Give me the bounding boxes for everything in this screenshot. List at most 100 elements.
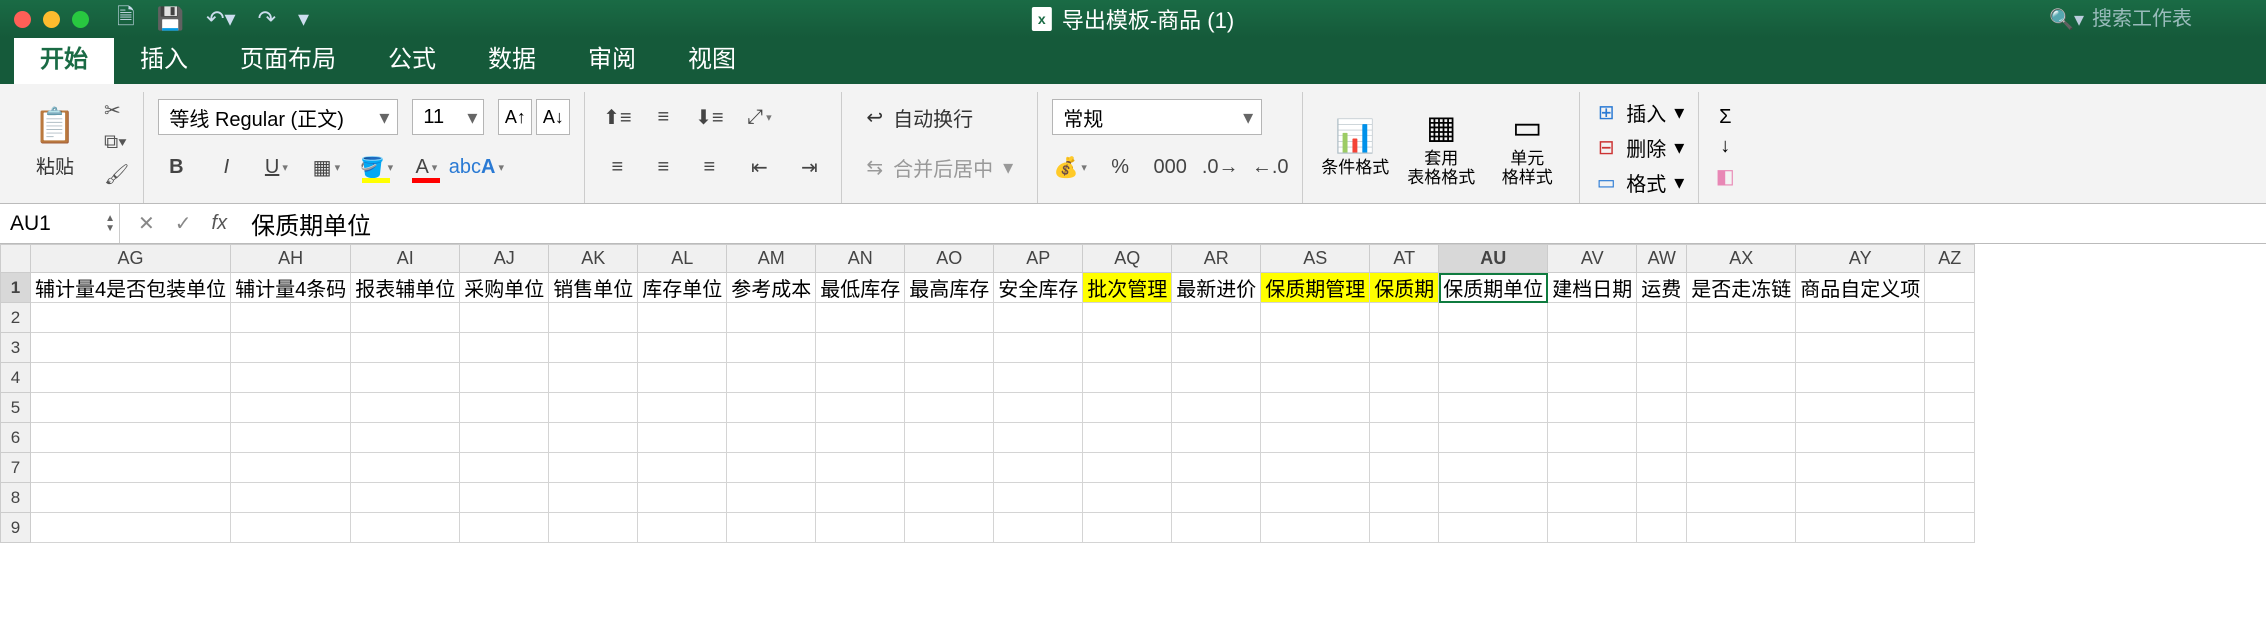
- autosave-icon[interactable]: 🗎: [117, 0, 135, 38]
- cell-AV5[interactable]: [1548, 393, 1637, 423]
- redo-icon[interactable]: ↷: [258, 6, 276, 32]
- col-header-AS[interactable]: AS: [1261, 245, 1370, 273]
- cell-AP5[interactable]: [994, 393, 1083, 423]
- row-header-3[interactable]: 3: [1, 333, 31, 363]
- cell-AP9[interactable]: [994, 513, 1083, 543]
- cell-AL8[interactable]: [638, 483, 727, 513]
- cell-AW3[interactable]: [1637, 333, 1687, 363]
- cell-AK9[interactable]: [549, 513, 638, 543]
- cell-AW2[interactable]: [1637, 303, 1687, 333]
- col-header-AR[interactable]: AR: [1172, 245, 1261, 273]
- cell-AV4[interactable]: [1548, 363, 1637, 393]
- row-header-2[interactable]: 2: [1, 303, 31, 333]
- cell-AS9[interactable]: [1261, 513, 1370, 543]
- cell-AV3[interactable]: [1548, 333, 1637, 363]
- cell-AN8[interactable]: [816, 483, 905, 513]
- cell-AZ2[interactable]: [1925, 303, 1975, 333]
- cell-AW6[interactable]: [1637, 423, 1687, 453]
- number-format-select[interactable]: 常规: [1052, 99, 1262, 135]
- cell-AK1[interactable]: 销售单位: [549, 273, 638, 303]
- cell-AQ8[interactable]: [1083, 483, 1172, 513]
- cell-AI2[interactable]: [351, 303, 460, 333]
- phonetic-button[interactable]: abcA: [458, 149, 494, 185]
- cell-AP4[interactable]: [994, 363, 1083, 393]
- increase-decimal-button[interactable]: .0→: [1202, 149, 1238, 185]
- underline-button[interactable]: U: [258, 149, 294, 185]
- cell-AL3[interactable]: [638, 333, 727, 363]
- row-header-9[interactable]: 9: [1, 513, 31, 543]
- save-icon[interactable]: 💾: [157, 6, 184, 32]
- font-color-button[interactable]: A: [408, 149, 444, 185]
- cell-AR8[interactable]: [1172, 483, 1261, 513]
- cell-AS3[interactable]: [1261, 333, 1370, 363]
- cell-AW7[interactable]: [1637, 453, 1687, 483]
- align-center-button[interactable]: ≡: [645, 149, 681, 185]
- cell-AV9[interactable]: [1548, 513, 1637, 543]
- cell-AO4[interactable]: [905, 363, 994, 393]
- cell-AO9[interactable]: [905, 513, 994, 543]
- cell-AX1[interactable]: 是否走冻链: [1687, 273, 1796, 303]
- italic-button[interactable]: I: [208, 149, 244, 185]
- col-header-AY[interactable]: AY: [1796, 245, 1925, 273]
- cell-AO7[interactable]: [905, 453, 994, 483]
- col-header-AZ[interactable]: AZ: [1925, 245, 1975, 273]
- cancel-formula-button[interactable]: ✕: [138, 211, 155, 236]
- cell-AY9[interactable]: [1796, 513, 1925, 543]
- cell-AP3[interactable]: [994, 333, 1083, 363]
- cell-AI5[interactable]: [351, 393, 460, 423]
- cell-AL9[interactable]: [638, 513, 727, 543]
- cell-AT3[interactable]: [1370, 333, 1439, 363]
- cell-AR3[interactable]: [1172, 333, 1261, 363]
- confirm-formula-button[interactable]: ✓: [175, 211, 192, 236]
- col-header-AP[interactable]: AP: [994, 245, 1083, 273]
- cell-AR4[interactable]: [1172, 363, 1261, 393]
- cell-AG8[interactable]: [31, 483, 231, 513]
- merge-center-button[interactable]: ⇆ 合并后居中 ▾: [856, 149, 1023, 185]
- align-bottom-button[interactable]: ⬇≡: [691, 99, 727, 135]
- fullscreen-window-button[interactable]: [72, 11, 89, 28]
- wrap-text-button[interactable]: ↩ 自动换行: [856, 99, 983, 135]
- cell-AT1[interactable]: 保质期: [1370, 273, 1439, 303]
- cell-AZ1[interactable]: [1925, 273, 1975, 303]
- cell-AT4[interactable]: [1370, 363, 1439, 393]
- delete-cells-button[interactable]: ⊟删除▾: [1594, 133, 1684, 162]
- cell-AN9[interactable]: [816, 513, 905, 543]
- cell-AO5[interactable]: [905, 393, 994, 423]
- cell-AM2[interactable]: [727, 303, 816, 333]
- cell-AG6[interactable]: [31, 423, 231, 453]
- border-button[interactable]: ▦: [308, 149, 344, 185]
- cell-AG1[interactable]: 辅计量4是否包装单位: [31, 273, 231, 303]
- cell-AT9[interactable]: [1370, 513, 1439, 543]
- cell-AK8[interactable]: [549, 483, 638, 513]
- cell-AM9[interactable]: [727, 513, 816, 543]
- cell-AO2[interactable]: [905, 303, 994, 333]
- clear-button[interactable]: ◧: [1713, 164, 1737, 189]
- cell-AQ2[interactable]: [1083, 303, 1172, 333]
- col-header-AI[interactable]: AI: [351, 245, 460, 273]
- cell-AS4[interactable]: [1261, 363, 1370, 393]
- cell-AI1[interactable]: 报表辅单位: [351, 273, 460, 303]
- cell-AM8[interactable]: [727, 483, 816, 513]
- cell-AS2[interactable]: [1261, 303, 1370, 333]
- cell-AH5[interactable]: [231, 393, 351, 423]
- cell-AV8[interactable]: [1548, 483, 1637, 513]
- cell-AZ5[interactable]: [1925, 393, 1975, 423]
- cell-AH8[interactable]: [231, 483, 351, 513]
- cell-AS5[interactable]: [1261, 393, 1370, 423]
- cell-AQ9[interactable]: [1083, 513, 1172, 543]
- cell-AL1[interactable]: 库存单位: [638, 273, 727, 303]
- cell-AW1[interactable]: 运费: [1637, 273, 1687, 303]
- paste-button[interactable]: 📋 粘贴: [20, 106, 90, 179]
- cell-AX7[interactable]: [1687, 453, 1796, 483]
- col-header-AU[interactable]: AU: [1439, 245, 1548, 273]
- select-all-corner[interactable]: [1, 245, 31, 273]
- decrease-font-button[interactable]: A↓: [536, 99, 570, 135]
- cell-AV1[interactable]: 建档日期: [1548, 273, 1637, 303]
- cell-AX2[interactable]: [1687, 303, 1796, 333]
- cell-AN6[interactable]: [816, 423, 905, 453]
- cell-AY2[interactable]: [1796, 303, 1925, 333]
- cell-AV7[interactable]: [1548, 453, 1637, 483]
- cell-AR2[interactable]: [1172, 303, 1261, 333]
- cell-AI6[interactable]: [351, 423, 460, 453]
- cell-AU7[interactable]: [1439, 453, 1548, 483]
